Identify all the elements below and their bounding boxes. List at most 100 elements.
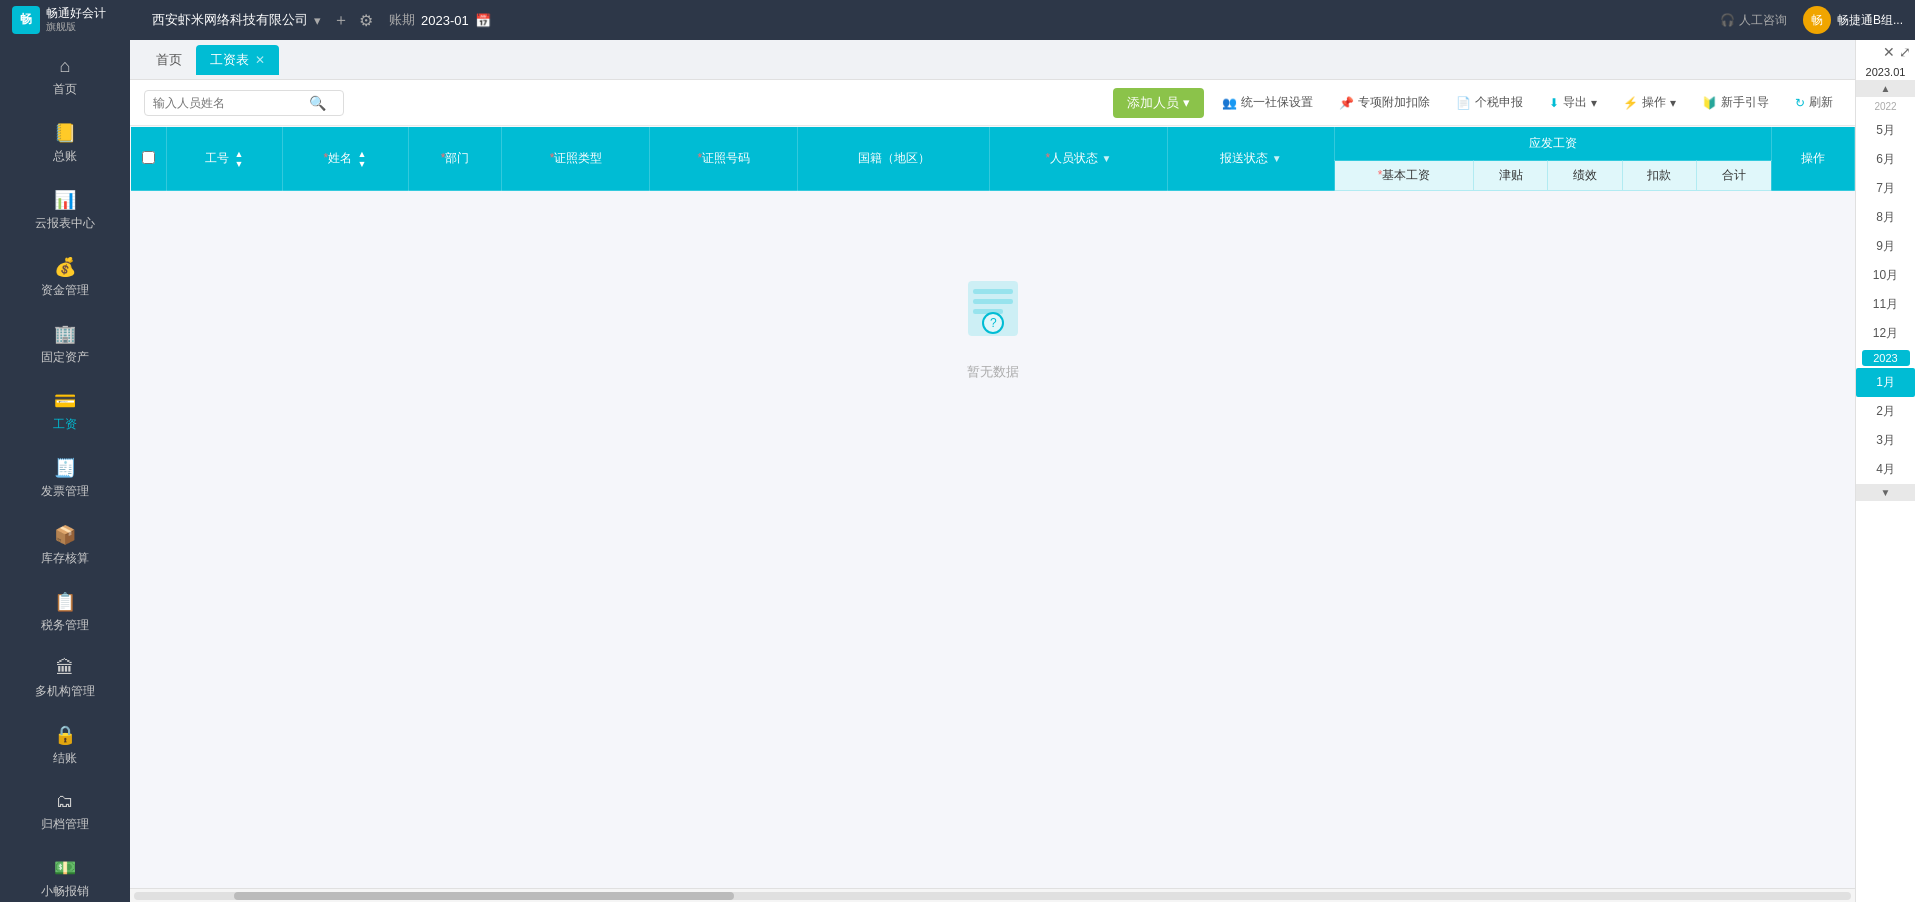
month-2022-08[interactable]: 8月 [1856, 203, 1915, 232]
export-button[interactable]: ⬇ 导出 ▾ [1541, 90, 1605, 115]
operation-button[interactable]: ⚡ 操作 ▾ [1615, 90, 1684, 115]
service-label: 人工咨询 [1739, 12, 1787, 29]
th-person-status: *人员状态 ▼ [989, 127, 1167, 191]
scroll-down-button[interactable]: ▼ [1856, 484, 1915, 501]
sidebar-label-ledger: 总账 [53, 148, 77, 165]
month-2023-01[interactable]: 1月 [1856, 368, 1915, 397]
sidebar-item-tax[interactable]: 📋 税务管理 [6, 581, 124, 644]
company-selector[interactable]: 西安虾米网络科技有限公司 ▾ [152, 11, 321, 29]
add-person-arrow: ▾ [1183, 95, 1190, 110]
logo-text-block: 畅通好会计 旗舰版 [46, 6, 106, 34]
tab-home[interactable]: 首页 [142, 45, 196, 75]
top-header: 畅 畅通好会计 旗舰版 西安虾米网络科技有限公司 ▾ ＋ ⚙ 账期 2023-0… [0, 0, 1915, 40]
period-value: 2023-01 [421, 13, 469, 28]
sidebar-label-report: 云报表中心 [35, 215, 95, 232]
th-report-status: 报送状态 ▼ [1167, 127, 1334, 191]
add-person-button[interactable]: 添加人员 ▾ [1113, 88, 1204, 118]
refresh-button[interactable]: ↻ 刷新 [1787, 90, 1841, 115]
bottom-scrollbar[interactable] [130, 888, 1855, 902]
th-id-no: *证照号码 [650, 127, 798, 191]
search-input[interactable] [153, 96, 303, 110]
sidebar-item-inventory[interactable]: 📦 库存核算 [6, 514, 124, 577]
sidebar-item-archive[interactable]: 🗂 归档管理 [6, 781, 124, 843]
user-info[interactable]: 畅 畅捷通B组... [1803, 6, 1903, 34]
sidebar-label-salary: 工资 [53, 416, 77, 433]
sidebar-item-home[interactable]: ⌂ 首页 [6, 46, 124, 108]
sidebar-item-multi[interactable]: 🏛 多机构管理 [6, 648, 124, 710]
sidebar-item-assets[interactable]: 🏢 固定资产 [6, 313, 124, 376]
sidebar: ⌂ 首页 📒 总账 📊 云报表中心 💰 资金管理 🏢 固定资产 💳 工资 🧾 发… [0, 40, 130, 902]
month-2022-10[interactable]: 10月 [1856, 261, 1915, 290]
th-dept: *部门 [408, 127, 502, 191]
salary-table: 工号 ▲▼ *姓名 ▲▼ *部门 *证照类型 *证照号码 国籍（地区） *人员状… [130, 126, 1855, 191]
add-button[interactable]: ＋ [333, 10, 349, 31]
export-label: 导出 [1563, 94, 1587, 111]
rp-date-label: 2023.01 [1866, 64, 1906, 80]
filter-icon-report[interactable]: ▼ [1272, 153, 1282, 164]
filter-icon-status[interactable]: ▼ [1101, 153, 1111, 164]
checkbox-header[interactable] [131, 127, 167, 191]
sidebar-item-report[interactable]: 📊 云报表中心 [6, 179, 124, 242]
sidebar-item-close[interactable]: 🔒 结账 [6, 714, 124, 777]
service-button[interactable]: 🎧 人工咨询 [1720, 12, 1787, 29]
archive-icon: 🗂 [56, 791, 74, 812]
user-name: 畅捷通B组... [1837, 12, 1903, 29]
month-2022-12[interactable]: 12月 [1856, 319, 1915, 348]
settings-gear-button[interactable]: ⚙ [359, 11, 373, 30]
select-all-checkbox[interactable] [142, 151, 155, 164]
sidebar-item-ledger[interactable]: 📒 总账 [6, 112, 124, 175]
logo-area: 畅 畅通好会计 旗舰版 [12, 6, 142, 34]
tab-salary[interactable]: 工资表 ✕ [196, 45, 279, 75]
sidebar-label-assets: 固定资产 [41, 349, 89, 366]
tab-salary-close[interactable]: ✕ [255, 53, 265, 67]
sidebar-item-expense[interactable]: 💵 小畅报销 [6, 847, 124, 902]
salary-icon: 💳 [54, 390, 76, 412]
guide-button[interactable]: 🔰 新手引导 [1694, 90, 1777, 115]
month-2023-02[interactable]: 2月 [1856, 397, 1915, 426]
sidebar-item-fund[interactable]: 💰 资金管理 [6, 246, 124, 309]
social-security-button[interactable]: 👥 统一社保设置 [1214, 90, 1321, 115]
expense-icon: 💵 [54, 857, 76, 879]
invoice-icon: 🧾 [54, 457, 76, 479]
scroll-up-button[interactable]: ▲ [1856, 80, 1915, 97]
tax-button[interactable]: 📄 个税申报 [1448, 90, 1531, 115]
operation-icon: ⚡ [1623, 96, 1638, 110]
close-period-icon: 🔒 [54, 724, 76, 746]
scroll-thumb[interactable] [234, 892, 734, 900]
assets-icon: 🏢 [54, 323, 76, 345]
th-deduction: 扣款 [1622, 161, 1696, 191]
period-area: 账期 2023-01 📅 [389, 11, 491, 29]
close-panel-button[interactable]: ✕ [1883, 44, 1895, 60]
social-security-label: 统一社保设置 [1241, 94, 1313, 111]
tax-icon: 📋 [54, 591, 76, 613]
sidebar-item-invoice[interactable]: 🧾 发票管理 [6, 447, 124, 510]
sidebar-label-home: 首页 [53, 81, 77, 98]
table-header: 工号 ▲▼ *姓名 ▲▼ *部门 *证照类型 *证照号码 国籍（地区） *人员状… [131, 127, 1855, 161]
tax-report-icon: 📄 [1456, 96, 1471, 110]
sidebar-item-salary[interactable]: 💳 工资 [6, 380, 124, 443]
company-name: 西安虾米网络科技有限公司 [152, 11, 308, 29]
month-2022-07[interactable]: 7月 [1856, 174, 1915, 203]
empty-text: 暂无数据 [967, 363, 1019, 381]
deduction-button[interactable]: 📌 专项附加扣除 [1331, 90, 1438, 115]
operation-label: 操作 [1642, 94, 1666, 111]
month-2022-05[interactable]: 5月 [1856, 116, 1915, 145]
th-name: *姓名 ▲▼ [282, 127, 408, 191]
expand-panel-button[interactable]: ⤢ [1899, 44, 1911, 60]
content-area: 首页 工资表 ✕ 🔍 添加人员 ▾ 👥 统一社保设置 📌 [130, 40, 1855, 902]
calendar-icon[interactable]: 📅 [475, 13, 491, 28]
add-person-label: 添加人员 [1127, 94, 1179, 112]
svg-rect-1 [973, 289, 1013, 294]
refresh-label: 刷新 [1809, 94, 1833, 111]
month-2023-03[interactable]: 3月 [1856, 426, 1915, 455]
report-icon: 📊 [54, 189, 76, 211]
month-2022-09[interactable]: 9月 [1856, 232, 1915, 261]
year-2023-label: 2023 [1862, 350, 1910, 366]
month-2023-04[interactable]: 4月 [1856, 455, 1915, 484]
sidebar-label-invoice: 发票管理 [41, 483, 89, 500]
month-2022-06[interactable]: 6月 [1856, 145, 1915, 174]
th-no: 工号 ▲▼ [167, 127, 283, 191]
search-area[interactable]: 🔍 [144, 90, 344, 116]
month-2022-11[interactable]: 11月 [1856, 290, 1915, 319]
scroll-track [134, 892, 1851, 900]
